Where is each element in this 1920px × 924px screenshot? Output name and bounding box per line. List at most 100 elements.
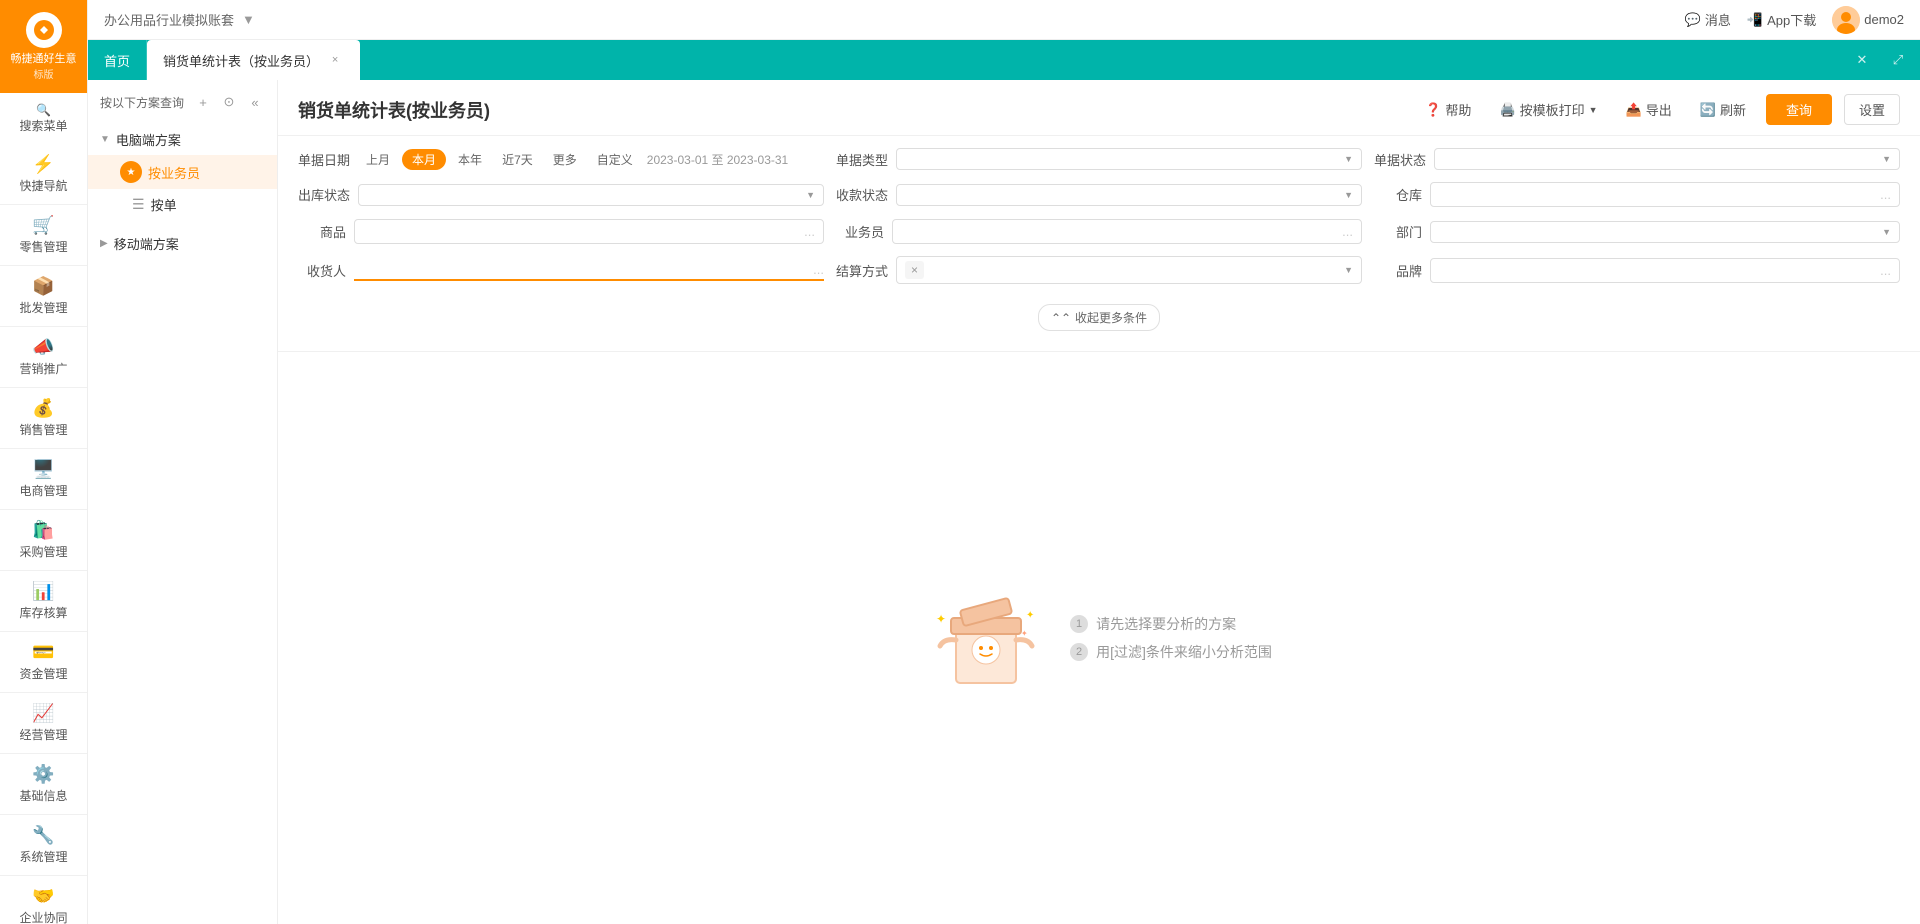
logo-icon — [26, 12, 62, 48]
shortcut-this-year[interactable]: 本年 — [450, 149, 490, 170]
warehouse-input[interactable]: ... — [1430, 182, 1900, 207]
page-title: 销货单统计表(按业务员) — [298, 97, 490, 123]
sidebar-item-search[interactable]: 🔍 搜索菜单 — [0, 93, 87, 144]
left-panel-actions: + ⊙ « — [193, 92, 265, 112]
sidebar-item-inventory[interactable]: 📊 库存核算 — [0, 571, 87, 632]
brand-label: 品牌 — [1374, 261, 1422, 280]
tab-close-btn[interactable]: × — [327, 52, 343, 68]
doc-type-select[interactable] — [896, 148, 1362, 170]
sidebar-item-business[interactable]: 📈 经营管理 — [0, 693, 87, 754]
settings-btn[interactable]: 设置 — [1844, 94, 1900, 125]
top-header: 办公用品行业模拟账套 ▼ 💬 消息 📲 App下载 de — [88, 0, 1920, 40]
salesperson-icon-text: ★ — [127, 167, 136, 178]
template-print-label: 按模板打印 — [1520, 100, 1585, 119]
user-info[interactable]: demo2 — [1832, 6, 1904, 34]
shortcut-more[interactable]: 更多 — [545, 149, 585, 170]
collapse-panel-btn[interactable]: « — [245, 92, 265, 112]
sidebar-item-finance[interactable]: 💳 资金管理 — [0, 632, 87, 693]
settlement-value-tag: × — [905, 261, 924, 279]
avatar — [1832, 6, 1860, 34]
shortcut-last-month[interactable]: 上月 — [358, 149, 398, 170]
close-all-icon: ✕ — [1857, 52, 1868, 68]
export-btn[interactable]: 📤 导出 — [1618, 96, 1680, 123]
app-download-btn[interactable]: 📲 App下载 — [1747, 10, 1816, 29]
sidebar-item-basic[interactable]: ⚙️ 基础信息 — [0, 754, 87, 815]
retail-icon: 🛒 — [32, 215, 54, 236]
filter-doc-status-field: 单据状态 — [1374, 148, 1900, 170]
tree-order-label: 按单 — [151, 195, 177, 214]
filter-row-4: 收货人 ... 结算方式 × — [298, 256, 1900, 284]
right-panel: 销货单统计表(按业务员) ❓ 帮助 🖨️ 按模板打印 ▼ 📤 — [278, 80, 1920, 924]
refresh-btn[interactable]: 🔄 刷新 — [1692, 96, 1754, 123]
step-1-text: 请先选择要分析的方案 — [1096, 614, 1236, 634]
department-select[interactable] — [1430, 221, 1900, 243]
payment-status-select[interactable] — [896, 184, 1362, 206]
date-controls: 上月 本月 本年 近7天 更多 自定义 2023-03-01 至 2023-03… — [358, 149, 824, 170]
shortcut-custom[interactable]: 自定义 — [589, 149, 641, 170]
sidebar-label-ecommerce: 电商管理 — [19, 482, 67, 499]
message-btn[interactable]: 💬 消息 — [1685, 10, 1731, 29]
filter-area: 单据日期 上月 本月 本年 近7天 更多 自定义 20 — [278, 136, 1920, 352]
sidebar-item-sales[interactable]: 💰 销售管理 — [0, 388, 87, 449]
help-label: 帮助 — [1445, 100, 1471, 119]
query-btn[interactable]: 查询 — [1766, 94, 1832, 125]
product-ellipsis-icon: ... — [804, 224, 815, 239]
edit-scheme-btn[interactable]: ⊙ — [219, 92, 239, 112]
settlement-arrow-icon — [1344, 264, 1353, 276]
logo[interactable]: 畅捷通好生意 标版 — [0, 0, 87, 93]
sidebar-item-wholesale[interactable]: 📦 批发管理 — [0, 266, 87, 327]
product-input[interactable]: ... — [354, 219, 824, 244]
salesperson-label: 业务员 — [836, 222, 884, 241]
sidebar-label-system: 系统管理 — [19, 848, 67, 865]
out-status-label: 出库状态 — [298, 185, 350, 204]
consignee-input[interactable] — [354, 262, 813, 277]
tree-sub-by-order[interactable]: ☰ 按单 — [88, 189, 277, 220]
tree-section-mobile: ▶ 移动端方案 — [88, 224, 277, 263]
salesperson-input[interactable]: ... — [892, 219, 1362, 244]
breadcrumb-dropdown-icon[interactable]: ▼ — [242, 12, 255, 27]
tree-mobile-label: 移动端方案 — [114, 234, 179, 253]
sidebar-item-purchase[interactable]: 🛍️ 采购管理 — [0, 510, 87, 571]
department-label: 部门 — [1374, 222, 1422, 241]
consignee-label: 收货人 — [298, 261, 346, 280]
tab-close-all-btn[interactable]: ✕ — [1848, 46, 1876, 74]
settlement-select[interactable]: × — [896, 256, 1362, 284]
main-area: 办公用品行业模拟账套 ▼ 💬 消息 📲 App下载 de — [88, 0, 1920, 924]
sidebar-item-quick-nav[interactable]: ⚡ 快捷导航 — [0, 144, 87, 205]
sidebar-label-finance: 资金管理 — [19, 665, 67, 682]
app-download-icon: 📲 — [1747, 12, 1763, 28]
shortcut-this-month[interactable]: 本月 — [402, 149, 446, 170]
warehouse-ellipsis-icon: ... — [1880, 187, 1891, 202]
sidebar-item-ecommerce[interactable]: 🖥️ 电商管理 — [0, 449, 87, 510]
tree-salesperson-label: 按业务员 — [148, 163, 200, 182]
refresh-label: 刷新 — [1720, 100, 1746, 119]
sidebar-item-retail[interactable]: 🛒 零售管理 — [0, 205, 87, 266]
out-status-select[interactable] — [358, 184, 824, 206]
shortcut-last-7-days[interactable]: 近7天 — [494, 149, 541, 170]
tab-sales-report[interactable]: 销货单统计表（按业务员） × — [147, 40, 360, 80]
doc-status-select[interactable] — [1434, 148, 1900, 170]
template-print-btn[interactable]: 🖨️ 按模板打印 ▼ — [1491, 96, 1605, 123]
collapse-filters-btn[interactable]: ⌃⌃ 收起更多条件 — [1038, 304, 1160, 331]
add-scheme-btn[interactable]: + — [193, 92, 213, 112]
tab-home[interactable]: 首页 — [88, 40, 147, 80]
sidebar-item-enterprise[interactable]: 🤝 企业协同 — [0, 876, 87, 924]
empty-state: ✦ ✦ ✦ 1 请先选择要分析的方案 2 用[过滤]条件来缩小分析范围 — [278, 352, 1920, 924]
help-btn[interactable]: ❓ 帮助 — [1417, 96, 1479, 123]
tree-item-desktop[interactable]: ▼ 电脑端方案 — [88, 124, 277, 155]
brand-input[interactable]: ... — [1430, 258, 1900, 283]
sidebar-item-system[interactable]: 🔧 系统管理 — [0, 815, 87, 876]
settlement-tag-close[interactable]: × — [911, 263, 918, 277]
filter-row-1: 单据日期 上月 本月 本年 近7天 更多 自定义 20 — [298, 148, 1900, 170]
app-download-label: App下载 — [1767, 10, 1816, 29]
tab-restore-btn[interactable]: ⤢ — [1884, 46, 1912, 74]
tree-item-mobile[interactable]: ▶ 移动端方案 — [88, 228, 277, 259]
username: demo2 — [1864, 12, 1904, 27]
filter-salesperson-field: 业务员 ... — [836, 219, 1362, 244]
sidebar-item-marketing[interactable]: 📣 营销推广 — [0, 327, 87, 388]
consignee-input-wrapper[interactable]: ... — [354, 260, 824, 281]
tabs-actions: ✕ ⤢ — [1848, 46, 1920, 74]
filter-consignee-field: 收货人 ... — [298, 256, 824, 284]
tree-child-by-salesperson[interactable]: ★ 按业务员 — [88, 155, 277, 189]
sidebar-label-search: 搜索菜单 — [19, 117, 67, 134]
